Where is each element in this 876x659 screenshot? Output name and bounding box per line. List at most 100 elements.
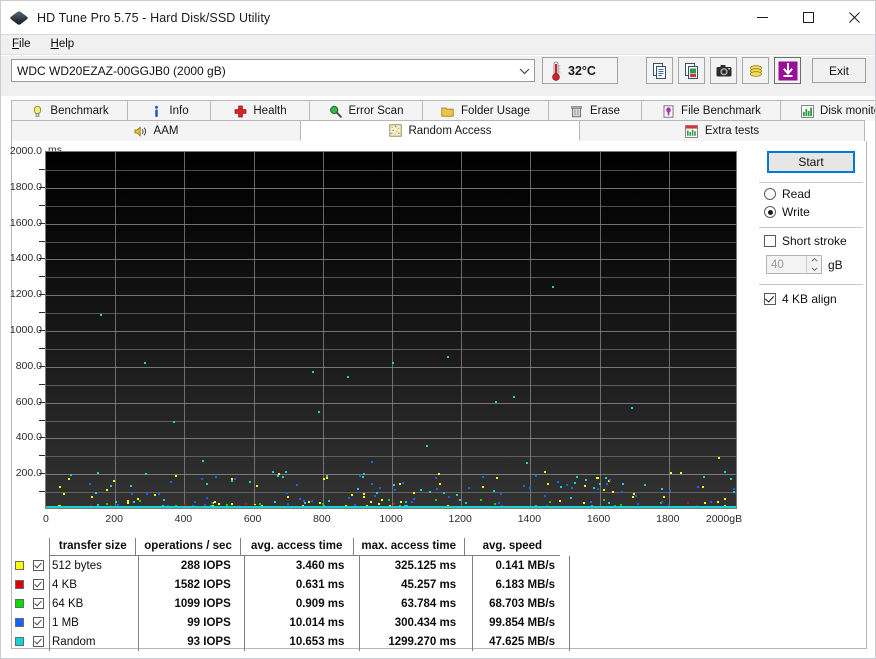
menu-item-help[interactable]: Help bbox=[42, 37, 84, 52]
chart-data-point bbox=[635, 508, 637, 509]
chart-data-point bbox=[704, 508, 706, 509]
chart-data-point bbox=[155, 508, 157, 509]
series-color-swatch-cell bbox=[15, 561, 33, 570]
tab-folder-usage[interactable]: Folder Usage bbox=[422, 100, 549, 121]
chart-data-point bbox=[598, 507, 601, 508]
chart-data-point bbox=[136, 508, 138, 509]
tab-extra-tests[interactable]: Extra tests bbox=[579, 120, 865, 141]
table-row[interactable]: 1 MB 99 IOPS 10.014 ms 300.434 ms 99.854 MB/… bbox=[15, 613, 560, 632]
chart-data-point bbox=[408, 508, 410, 509]
chart-data-point bbox=[122, 508, 124, 509]
tab-info[interactable]: Info bbox=[127, 100, 211, 121]
series-checkbox[interactable] bbox=[33, 636, 44, 647]
header-avg-access: avg. access time bbox=[241, 537, 354, 556]
tab-health[interactable]: Health bbox=[210, 100, 310, 121]
chart-data-point bbox=[393, 508, 395, 509]
chart-data-point bbox=[497, 508, 499, 509]
chart-data-point bbox=[680, 507, 683, 508]
chart-data-point bbox=[727, 508, 729, 509]
chart-data-point bbox=[509, 508, 511, 509]
chart-data-point bbox=[619, 508, 621, 509]
start-button[interactable]: Start bbox=[767, 151, 855, 173]
folder-coins-icon[interactable] bbox=[742, 57, 769, 84]
chart-data-point bbox=[291, 508, 293, 509]
chart-data-point bbox=[623, 508, 625, 509]
chart-data-point bbox=[706, 508, 708, 509]
copy-image-icon[interactable] bbox=[678, 57, 705, 84]
checkbox-short-stroke[interactable]: Short stroke bbox=[764, 234, 866, 248]
chart-data-point bbox=[47, 508, 49, 509]
chart-data-point bbox=[66, 508, 68, 509]
chart-data-point bbox=[665, 508, 667, 509]
chart-data-point bbox=[706, 508, 708, 509]
tab-benchmark[interactable]: Benchmark bbox=[11, 100, 128, 121]
chart-data-point bbox=[571, 486, 574, 489]
table-row[interactable]: 64 KB 1099 IOPS 0.909 ms 63.784 ms 68.703 MB… bbox=[15, 594, 560, 613]
chart-data-point bbox=[286, 508, 288, 509]
minimize-button[interactable] bbox=[739, 1, 785, 34]
short-stroke-stepper[interactable]: 40 bbox=[766, 255, 822, 274]
chart-data-point bbox=[435, 477, 438, 480]
chart-data-point bbox=[476, 508, 478, 509]
chart-data-point bbox=[675, 508, 677, 509]
chart-data-point bbox=[529, 508, 531, 509]
maximize-button[interactable] bbox=[785, 1, 831, 34]
screenshot-icon[interactable] bbox=[710, 57, 737, 84]
menu-item-file[interactable]: File bbox=[3, 37, 40, 52]
stepper-down-icon[interactable] bbox=[807, 265, 821, 274]
chart-data-point bbox=[347, 375, 350, 378]
chart-data-point bbox=[259, 508, 261, 509]
tab-random-access[interactable]: Random Access bbox=[300, 120, 580, 141]
cell-operations: 99 IOPS bbox=[187, 616, 231, 629]
chart-data-point bbox=[439, 508, 441, 509]
chart-data-point bbox=[631, 407, 634, 410]
chart-data-point bbox=[225, 508, 227, 509]
drive-select[interactable]: WDC WD20EZAZ-00GGJB0 (2000 gB) bbox=[11, 59, 535, 82]
radio-read[interactable]: Read bbox=[764, 187, 866, 201]
chart-data-point bbox=[575, 508, 577, 509]
chart-data-point bbox=[388, 508, 390, 509]
chart-data-point bbox=[63, 508, 65, 509]
chart-data-point bbox=[487, 508, 489, 509]
chart-data-point bbox=[730, 508, 732, 509]
series-checkbox[interactable] bbox=[33, 560, 44, 571]
chart-data-point bbox=[271, 508, 273, 509]
results-table-header: transfer size operations / sec avg. acce… bbox=[49, 537, 560, 556]
chart-data-point bbox=[556, 508, 558, 509]
series-checkbox-cell[interactable] bbox=[33, 579, 49, 590]
chart-data-point bbox=[514, 508, 516, 509]
table-row[interactable]: Random 93 IOPS 10.653 ms 1299.270 ms 47.625 … bbox=[15, 632, 560, 651]
save-download-icon[interactable] bbox=[774, 57, 801, 84]
series-checkbox-cell[interactable] bbox=[33, 636, 49, 647]
chart-data-point bbox=[63, 508, 65, 509]
tab-error-scan[interactable]: Error Scan bbox=[309, 100, 423, 121]
stepper-up-icon[interactable] bbox=[807, 256, 821, 265]
series-checkbox[interactable] bbox=[33, 579, 44, 590]
table-row[interactable]: 512 bytes 288 IOPS 3.460 ms 325.125 ms 0.141… bbox=[15, 556, 560, 575]
chart-data-point bbox=[50, 508, 52, 509]
chart-data-point bbox=[410, 508, 412, 509]
tab-file-benchmark[interactable]: File Benchmark bbox=[641, 100, 781, 121]
chart-data-point bbox=[211, 508, 213, 509]
chart-data-point bbox=[96, 508, 98, 509]
series-color-swatch-cell bbox=[15, 580, 33, 589]
series-checkbox-cell[interactable] bbox=[33, 617, 49, 628]
series-checkbox[interactable] bbox=[33, 617, 44, 628]
chart-data-point bbox=[120, 508, 122, 509]
copy-icon[interactable] bbox=[646, 57, 673, 84]
radio-write[interactable]: Write bbox=[764, 205, 866, 219]
checkbox-4kb-align[interactable]: 4 KB align bbox=[764, 292, 866, 306]
chart-data-point bbox=[615, 508, 617, 509]
chart-data-point bbox=[680, 471, 682, 474]
series-checkbox[interactable] bbox=[33, 598, 44, 609]
close-button[interactable] bbox=[831, 1, 875, 34]
exit-button[interactable]: Exit bbox=[812, 58, 866, 83]
tab-disk-monitor[interactable]: Disk monitor bbox=[780, 100, 875, 121]
tab-erase[interactable]: Erase bbox=[548, 100, 642, 121]
chart-data-point bbox=[570, 508, 572, 509]
table-row[interactable]: 4 KB 1582 IOPS 0.631 ms 45.257 ms 6.183 MB/s bbox=[15, 575, 560, 594]
tab-aam[interactable]: AAM bbox=[11, 120, 301, 141]
chart-data-point bbox=[271, 508, 273, 509]
series-checkbox-cell[interactable] bbox=[33, 598, 49, 609]
series-checkbox-cell[interactable] bbox=[33, 560, 49, 571]
